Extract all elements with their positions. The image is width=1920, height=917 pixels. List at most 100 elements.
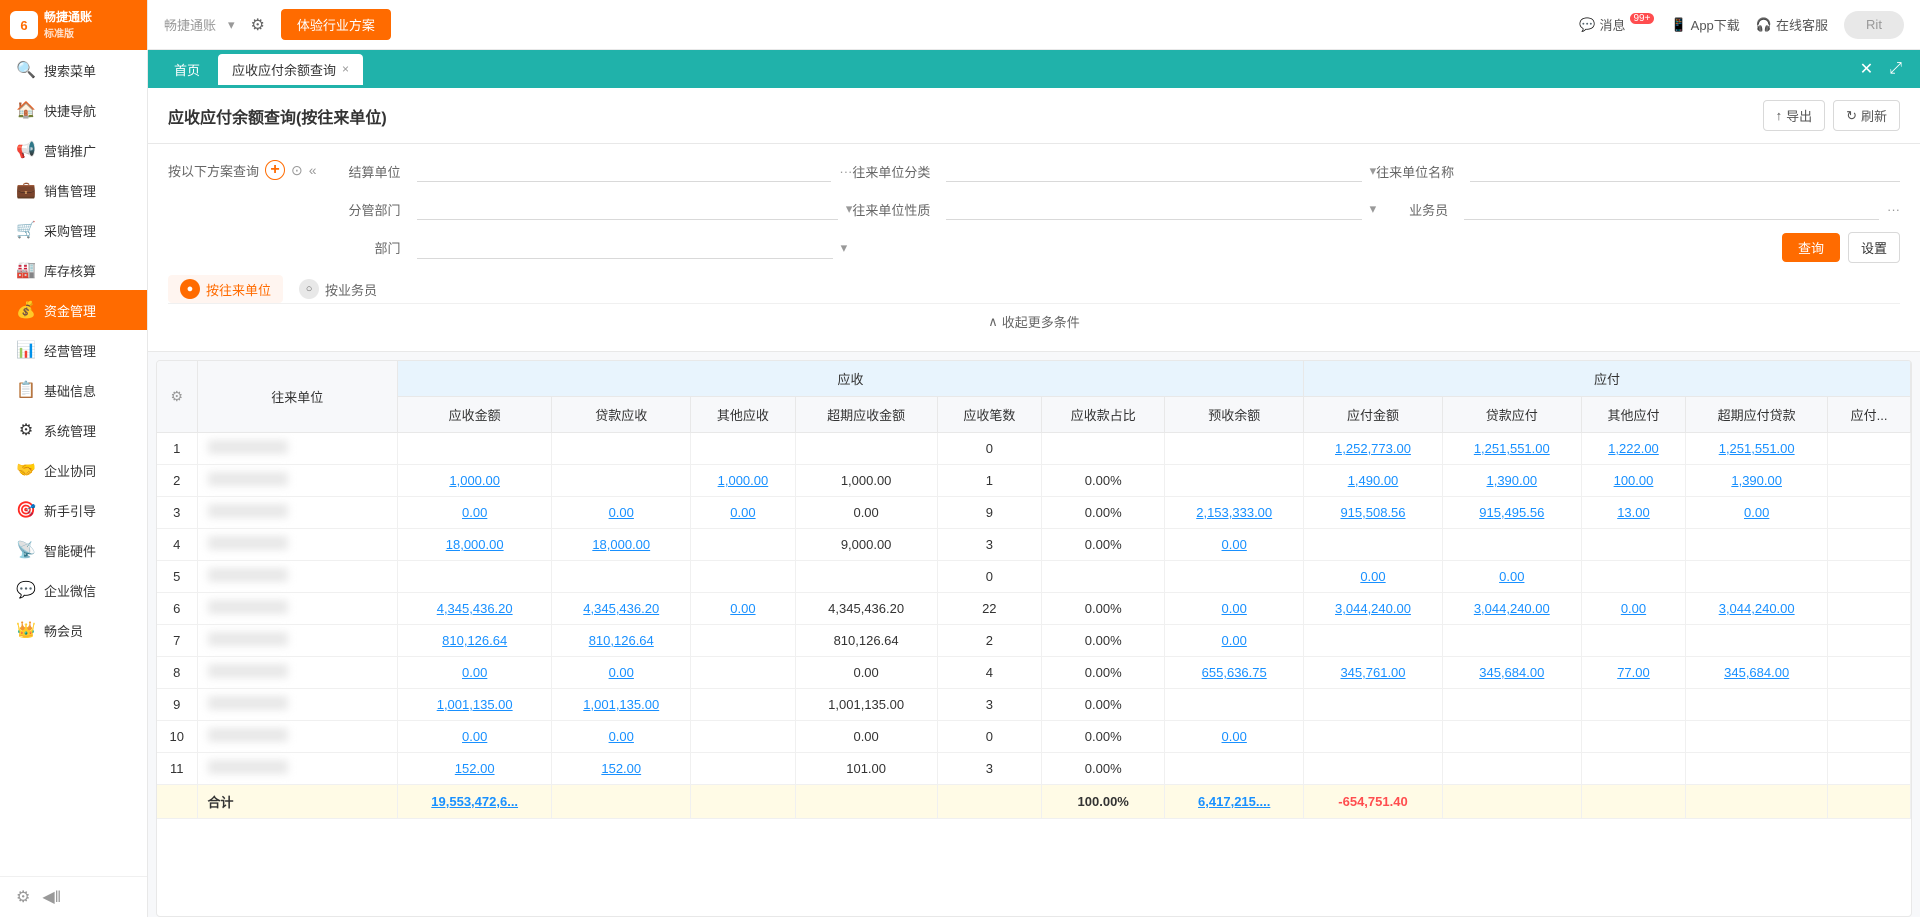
- filter-add-btn[interactable]: +: [265, 160, 285, 180]
- row-ap-amount-5[interactable]: 3,044,240.00: [1304, 593, 1443, 625]
- row-ar-amount-6[interactable]: 810,126.64: [398, 625, 552, 657]
- row-ar-amount-3[interactable]: 18,000.00: [398, 529, 552, 561]
- row-ap-other-0[interactable]: 1,222.00: [1581, 433, 1686, 465]
- sidebar-item-member[interactable]: 👑畅会员: [0, 610, 147, 650]
- row-ap-loan-9[interactable]: [1442, 721, 1581, 753]
- row-ar-loan-9[interactable]: 0.00: [552, 721, 691, 753]
- row-ap-overdue-8[interactable]: [1686, 689, 1828, 721]
- row-ar-prepay-3[interactable]: 0.00: [1165, 529, 1304, 561]
- row-ar-prepay-9[interactable]: 0.00: [1165, 721, 1304, 753]
- row-ap-overdue-10[interactable]: [1686, 753, 1828, 785]
- salesman-input[interactable]: [1464, 198, 1879, 220]
- row-ap-overdue-1[interactable]: 1,390.00: [1686, 465, 1828, 497]
- row-ap-other-3[interactable]: [1581, 529, 1686, 561]
- row-ar-prepay-6[interactable]: 0.00: [1165, 625, 1304, 657]
- row-ar-loan-4[interactable]: [552, 561, 691, 593]
- sidebar-item-wechat[interactable]: 💬企业微信: [0, 570, 147, 610]
- row-ar-amount-10[interactable]: 152.00: [398, 753, 552, 785]
- row-ar-prepay-5[interactable]: 0.00: [1165, 593, 1304, 625]
- row-ap-amount-0[interactable]: 1,252,773.00: [1304, 433, 1443, 465]
- row-ap-other-7[interactable]: 77.00: [1581, 657, 1686, 689]
- sidebar-item-purchase[interactable]: 🛒采购管理: [0, 210, 147, 250]
- row-ap-loan-8[interactable]: [1442, 689, 1581, 721]
- row-ar-other-1[interactable]: 1,000.00: [691, 465, 796, 497]
- row-ap-loan-2[interactable]: 915,495.56: [1442, 497, 1581, 529]
- row-ap-other-9[interactable]: [1581, 721, 1686, 753]
- row-ap-overdue-9[interactable]: [1686, 721, 1828, 753]
- row-ap-overdue-0[interactable]: 1,251,551.00: [1686, 433, 1828, 465]
- row-ap-loan-10[interactable]: [1442, 753, 1581, 785]
- row-ap-other-5[interactable]: 0.00: [1581, 593, 1686, 625]
- sidebar-item-sales[interactable]: 💼销售管理: [0, 170, 147, 210]
- row-ap-loan-3[interactable]: [1442, 529, 1581, 561]
- sidebar-item-guide[interactable]: 🎯新手引导: [0, 490, 147, 530]
- table-settings-icon[interactable]: ⚙: [170, 388, 183, 404]
- trial-btn[interactable]: 体验行业方案: [281, 9, 391, 40]
- row-ap-overdue-5[interactable]: 3,044,240.00: [1686, 593, 1828, 625]
- tab-home[interactable]: 首页: [160, 54, 214, 85]
- row-ar-amount-2[interactable]: 0.00: [398, 497, 552, 529]
- row-ar-amount-5[interactable]: 4,345,436.20: [398, 593, 552, 625]
- tab-ar-ap[interactable]: 应收应付余额查询×: [218, 54, 363, 85]
- row-ar-other-9[interactable]: [691, 721, 796, 753]
- row-ar-amount-4[interactable]: [398, 561, 552, 593]
- row-ar-loan-1[interactable]: [552, 465, 691, 497]
- export-btn[interactable]: ↑ 导出: [1763, 100, 1826, 131]
- row-ap-amount-3[interactable]: [1304, 529, 1443, 561]
- row-ar-prepay-4[interactable]: [1165, 561, 1304, 593]
- tab-expand-icon[interactable]: ⤢: [1883, 60, 1908, 78]
- row-ap-overdue-3[interactable]: [1686, 529, 1828, 561]
- filter-target-icon[interactable]: ⊙: [291, 162, 303, 179]
- dept-charge-input[interactable]: [417, 198, 838, 220]
- settlement-unit-dots-icon[interactable]: ···: [839, 164, 852, 179]
- department-input[interactable]: [417, 237, 833, 259]
- sidebar-item-finance[interactable]: 💰资金管理: [0, 290, 147, 330]
- sidebar-item-warehouse[interactable]: 🏭库存核算: [0, 250, 147, 290]
- row-ap-other-8[interactable]: [1581, 689, 1686, 721]
- row-ar-prepay-10[interactable]: [1165, 753, 1304, 785]
- row-ap-overdue-6[interactable]: [1686, 625, 1828, 657]
- sidebar-item-system[interactable]: ⚙系统管理: [0, 410, 147, 450]
- row-ar-amount-7[interactable]: 0.00: [398, 657, 552, 689]
- tab-close-ar-ap[interactable]: ×: [342, 62, 349, 76]
- row-ar-other-10[interactable]: [691, 753, 796, 785]
- header-dropdown-icon[interactable]: ▾: [228, 17, 235, 33]
- row-ap-other-2[interactable]: 13.00: [1581, 497, 1686, 529]
- row-ap-other-4[interactable]: [1581, 561, 1686, 593]
- row-ap-amount-4[interactable]: 0.00: [1304, 561, 1443, 593]
- row-ap-other-1[interactable]: 100.00: [1581, 465, 1686, 497]
- filter-collapse-icon[interactable]: «: [309, 162, 317, 178]
- row-ar-other-4[interactable]: [691, 561, 796, 593]
- row-ap-amount-1[interactable]: 1,490.00: [1304, 465, 1443, 497]
- row-ar-loan-10[interactable]: 152.00: [552, 753, 691, 785]
- partner-name-input[interactable]: [1470, 160, 1900, 182]
- sidebar-item-quick-nav[interactable]: 🏠快捷导航: [0, 90, 147, 130]
- settlement-unit-input[interactable]: [417, 160, 832, 182]
- sidebar-item-hardware[interactable]: 📡智能硬件: [0, 530, 147, 570]
- sidebar-item-enterprise[interactable]: 🤝企业协同: [0, 450, 147, 490]
- row-ar-other-7[interactable]: [691, 657, 796, 689]
- row-ar-prepay-8[interactable]: [1165, 689, 1304, 721]
- user-avatar[interactable]: Rit: [1844, 11, 1904, 39]
- row-ar-prepay-1[interactable]: [1165, 465, 1304, 497]
- row-ap-overdue-4[interactable]: [1686, 561, 1828, 593]
- settings-btn[interactable]: 设置: [1848, 232, 1900, 263]
- app-download-btn[interactable]: 📱 App下载: [1670, 15, 1739, 34]
- partner-nature-input[interactable]: [946, 198, 1361, 220]
- row-ar-loan-2[interactable]: 0.00: [552, 497, 691, 529]
- partner-category-input[interactable]: [946, 160, 1361, 182]
- row-ap-amount-8[interactable]: [1304, 689, 1443, 721]
- row-ar-prepay-2[interactable]: 2,153,333.00: [1165, 497, 1304, 529]
- row-ap-loan-7[interactable]: 345,684.00: [1442, 657, 1581, 689]
- sidebar-item-marketing[interactable]: 📢营销推广: [0, 130, 147, 170]
- sidebar-item-basic[interactable]: 📋基础信息: [0, 370, 147, 410]
- row-ap-overdue-2[interactable]: 0.00: [1686, 497, 1828, 529]
- row-ap-other-6[interactable]: [1581, 625, 1686, 657]
- row-ap-overdue-7[interactable]: 345,684.00: [1686, 657, 1828, 689]
- row-ar-amount-1[interactable]: 1,000.00: [398, 465, 552, 497]
- row-ar-loan-6[interactable]: 810,126.64: [552, 625, 691, 657]
- row-ap-amount-2[interactable]: 915,508.56: [1304, 497, 1443, 529]
- sidebar-settings-icon[interactable]: ⚙: [16, 887, 30, 907]
- row-ap-loan-5[interactable]: 3,044,240.00: [1442, 593, 1581, 625]
- row-ap-amount-6[interactable]: [1304, 625, 1443, 657]
